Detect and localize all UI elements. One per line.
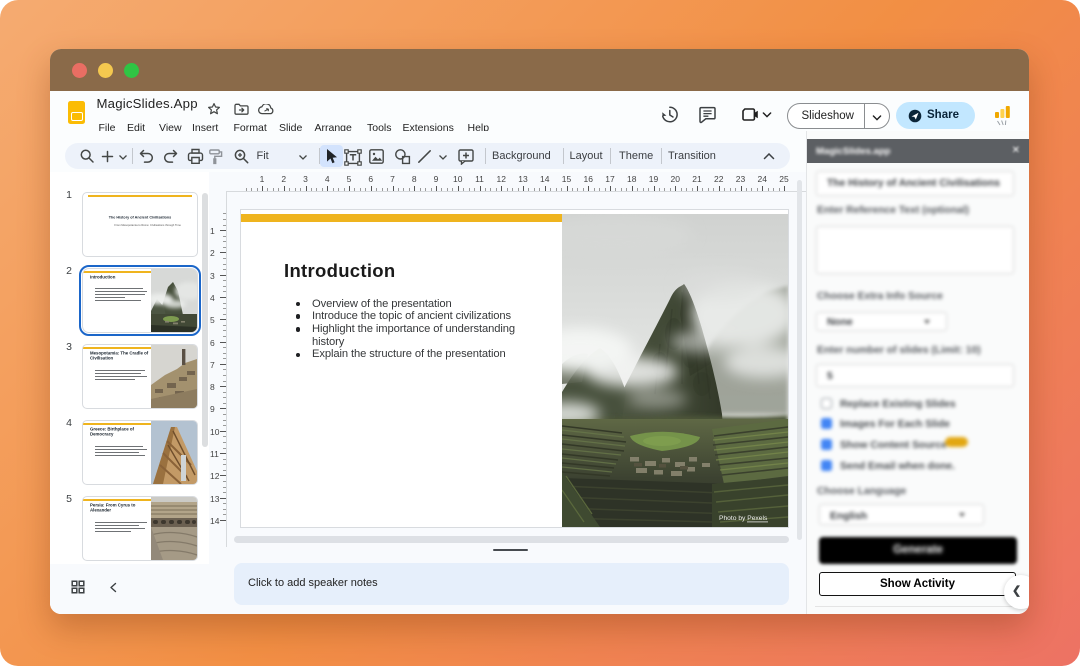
svg-text:Photo by Pexels: Photo by Pexels	[719, 515, 768, 522]
